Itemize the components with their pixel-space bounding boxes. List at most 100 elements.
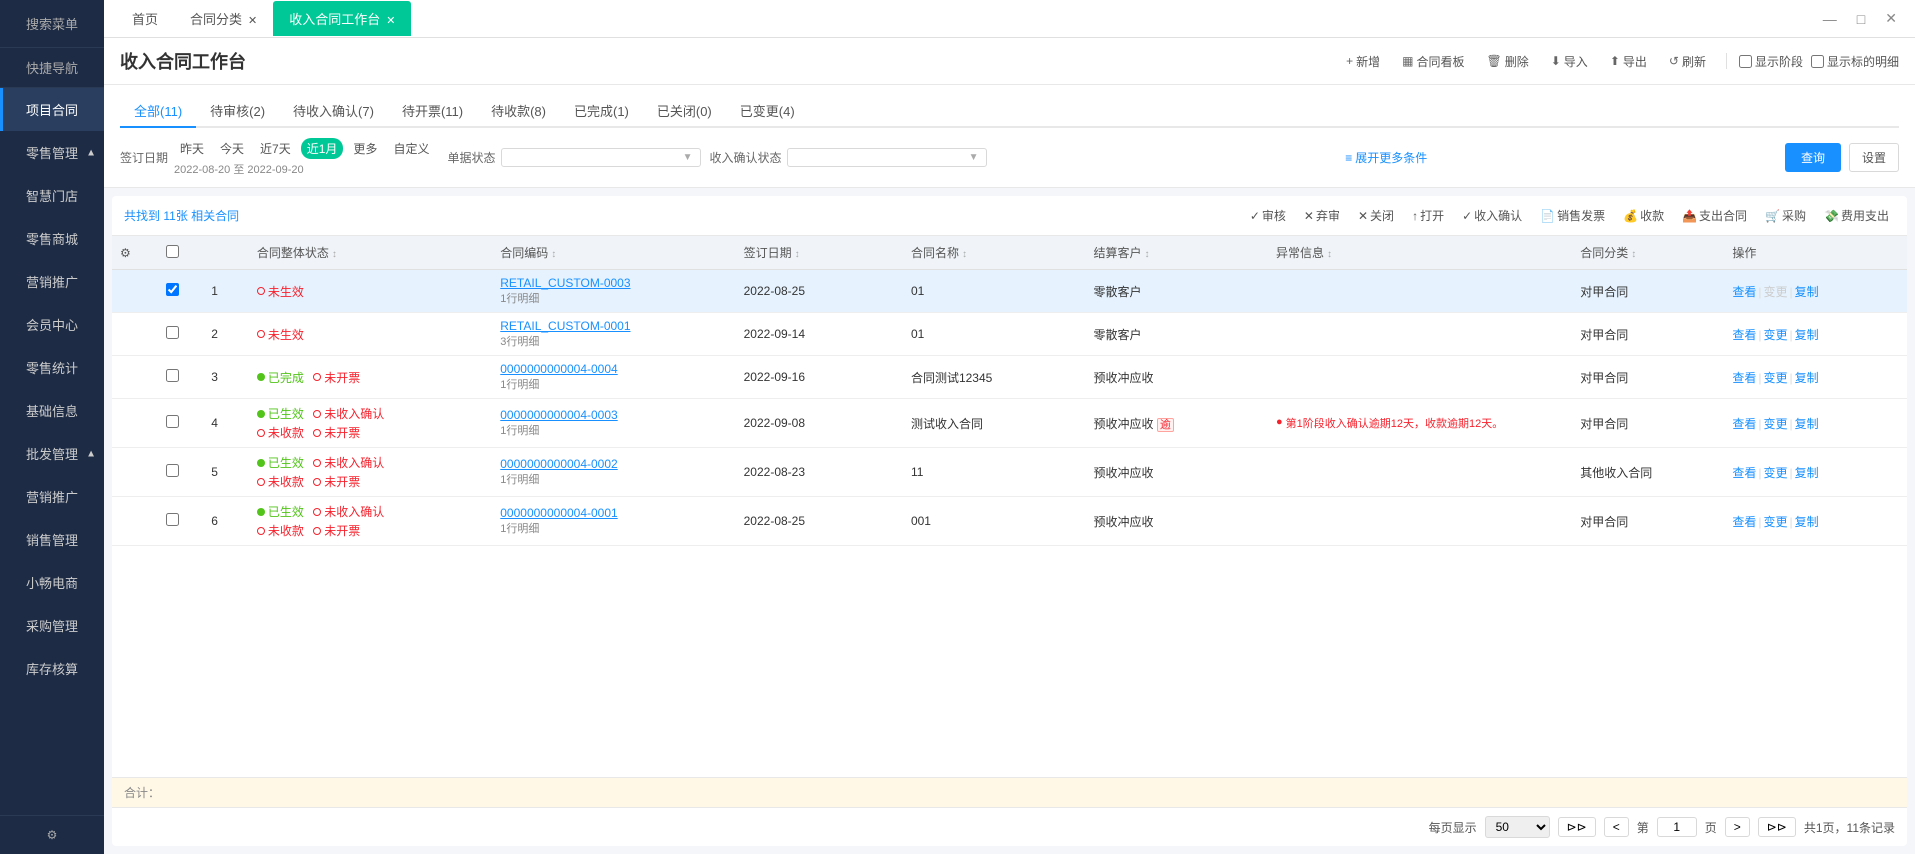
page-number-input[interactable] [1657, 817, 1697, 837]
date-btn-custom[interactable]: 自定义 [387, 138, 435, 159]
show-detail-input[interactable] [1811, 55, 1824, 68]
first-page-button[interactable]: ⊳⊳ [1558, 817, 1596, 837]
date-btn-last7[interactable]: 近7天 [254, 138, 297, 159]
contract-code-link[interactable]: 0000000000004-0003 [500, 408, 617, 422]
income-status-select[interactable]: ▼ [787, 148, 987, 167]
row-checkbox-2[interactable] [166, 369, 179, 382]
contract-code-link[interactable]: 0000000000004-0004 [500, 362, 617, 376]
sidebar-item-smart-store[interactable]: 智慧门店 [0, 174, 104, 217]
filter-tab-changed[interactable]: 已变更(4) [726, 95, 809, 126]
query-button[interactable]: 查询 [1785, 143, 1841, 172]
op-复制-button[interactable]: 复制 [1795, 328, 1819, 342]
op-复制-button[interactable]: 复制 [1795, 417, 1819, 431]
sidebar-item-marketing[interactable]: 营销推广 [0, 260, 104, 303]
delete-button[interactable]: 🗑删除 [1478, 49, 1536, 74]
date-btn-last1m[interactable]: 近1月 [301, 138, 344, 159]
kanban-button[interactable]: ▦合同看板 [1394, 49, 1472, 74]
row-checkbox-3[interactable] [166, 415, 179, 428]
sidebar-item-project[interactable]: 项目合同 [0, 88, 104, 131]
page-size-select[interactable]: 50 100 [1485, 816, 1550, 838]
op-查看-button[interactable]: 查看 [1732, 285, 1756, 299]
action-payment-button[interactable]: 💰收款 [1617, 204, 1670, 227]
contract-code-link[interactable]: RETAIL_CUSTOM-0003 [500, 276, 630, 290]
col-header-category[interactable]: 合同分类↕ [1572, 236, 1724, 270]
sidebar-settings[interactable]: ⚙ [0, 815, 104, 854]
new-button[interactable]: +新增 [1338, 49, 1388, 74]
close-button[interactable]: ✕ [1879, 8, 1903, 29]
op-复制-button[interactable]: 复制 [1795, 285, 1819, 299]
op-查看-button[interactable]: 查看 [1732, 371, 1756, 385]
last-page-button[interactable]: ⊳⊳ [1758, 817, 1796, 837]
filter-tab-pending-invoice[interactable]: 待开票(11) [388, 95, 477, 126]
filter-tab-pending-payment[interactable]: 待收款(8) [477, 95, 560, 126]
action-purchase-button[interactable]: 🛒采购 [1759, 204, 1812, 227]
filter-tab-all[interactable]: 全部(11) [120, 95, 196, 128]
action-expense-button[interactable]: 💸费用支出 [1818, 204, 1895, 227]
sidebar-item-retail-stats[interactable]: 零售统计 [0, 346, 104, 389]
row-checkbox-4[interactable] [166, 464, 179, 477]
contract-code-link[interactable]: 0000000000004-0002 [500, 457, 617, 471]
sidebar-item-inventory[interactable]: 库存核算 [0, 647, 104, 690]
tab-home[interactable]: 首页 [116, 1, 174, 36]
col-header-abnormal[interactable]: 异常信息↕ [1268, 236, 1572, 270]
op-复制-button[interactable]: 复制 [1795, 466, 1819, 480]
filter-tab-closed[interactable]: 已关闭(0) [643, 95, 726, 126]
maximize-button[interactable]: □ [1851, 9, 1871, 29]
op-复制-button[interactable]: 复制 [1795, 515, 1819, 529]
op-变更-button[interactable]: 变更 [1764, 417, 1788, 431]
action-abandon-button[interactable]: ✕弃审 [1298, 204, 1346, 227]
date-btn-yesterday[interactable]: 昨天 [174, 138, 210, 159]
filter-tab-pending-review[interactable]: 待审核(2) [196, 95, 279, 126]
sidebar-item-xiaochang[interactable]: 小畅电商 [0, 561, 104, 604]
sidebar-search[interactable]: 搜索菜单 [0, 0, 104, 48]
contract-code-link[interactable]: 0000000000004-0001 [500, 506, 617, 520]
col-header-name[interactable]: 合同名称↕ [903, 236, 1086, 270]
col-header-code[interactable]: 合同编码↕ [492, 236, 735, 270]
expand-more-btn[interactable]: ≡ 展开更多条件 [1345, 149, 1427, 166]
op-查看-button[interactable]: 查看 [1732, 466, 1756, 480]
select-all-checkbox[interactable] [166, 245, 179, 258]
row-checkbox-1[interactable] [166, 326, 179, 339]
date-btn-today[interactable]: 今天 [214, 138, 250, 159]
date-btn-more[interactable]: 更多 [347, 138, 383, 159]
action-review-button[interactable]: ✓审核 [1244, 204, 1292, 227]
doc-status-select[interactable]: ▼ [501, 148, 701, 167]
op-复制-button[interactable]: 复制 [1795, 371, 1819, 385]
setting-button[interactable]: 设置 [1849, 143, 1899, 172]
sidebar-item-retail-mall[interactable]: 零售商城 [0, 217, 104, 260]
action-close-button[interactable]: ✕关闭 [1352, 204, 1400, 227]
sidebar-item-marketing2[interactable]: 营销推广 [0, 475, 104, 518]
action-income-confirm-button[interactable]: ✓收入确认 [1456, 204, 1528, 227]
sidebar-item-member[interactable]: 会员中心 [0, 303, 104, 346]
show-detail-checkbox[interactable]: 显示标的明细 [1811, 53, 1899, 70]
sidebar-item-retail-mgmt[interactable]: 零售管理▲ [0, 131, 104, 174]
filter-tab-pending-confirm[interactable]: 待收入确认(7) [279, 95, 388, 126]
action-output-contract-button[interactable]: 📤支出合同 [1676, 204, 1753, 227]
sidebar-item-sales-mgmt[interactable]: 销售管理 [0, 518, 104, 561]
tab-contract-category[interactable]: 合同分类✕ [174, 1, 273, 36]
import-button[interactable]: ⬇导入 [1543, 49, 1596, 74]
row-checkbox-0[interactable] [166, 283, 179, 296]
show-cols-checkbox[interactable]: 显示阶段 [1739, 53, 1803, 70]
col-header-customer[interactable]: 结算客户↕ [1085, 236, 1268, 270]
action-open-button[interactable]: ↑打开 [1406, 204, 1450, 227]
op-变更-button[interactable]: 变更 [1764, 371, 1788, 385]
tab-close-icon[interactable]: ✕ [248, 15, 257, 27]
export-button[interactable]: ⬆导出 [1602, 49, 1655, 74]
op-变更-button[interactable]: 变更 [1764, 466, 1788, 480]
sidebar-item-basic-info[interactable]: 基础信息 [0, 389, 104, 432]
op-查看-button[interactable]: 查看 [1732, 328, 1756, 342]
config-icon[interactable]: ⚙ [120, 246, 131, 260]
op-查看-button[interactable]: 查看 [1732, 515, 1756, 529]
filter-tab-completed[interactable]: 已完成(1) [560, 95, 643, 126]
action-sales-invoice-button[interactable]: 📄销售发票 [1534, 204, 1611, 227]
show-cols-input[interactable] [1739, 55, 1752, 68]
tab-close-icon[interactable]: ✕ [386, 15, 395, 27]
contract-code-link[interactable]: RETAIL_CUSTOM-0001 [500, 319, 630, 333]
minimize-button[interactable]: — [1817, 9, 1843, 29]
prev-page-button[interactable]: < [1604, 817, 1629, 837]
col-header-status[interactable]: 合同整体状态↕ [249, 236, 492, 270]
sidebar-item-purchase[interactable]: 采购管理 [0, 604, 104, 647]
sidebar-nav[interactable]: 快捷导航 [0, 48, 104, 88]
op-变更-button[interactable]: 变更 [1764, 515, 1788, 529]
